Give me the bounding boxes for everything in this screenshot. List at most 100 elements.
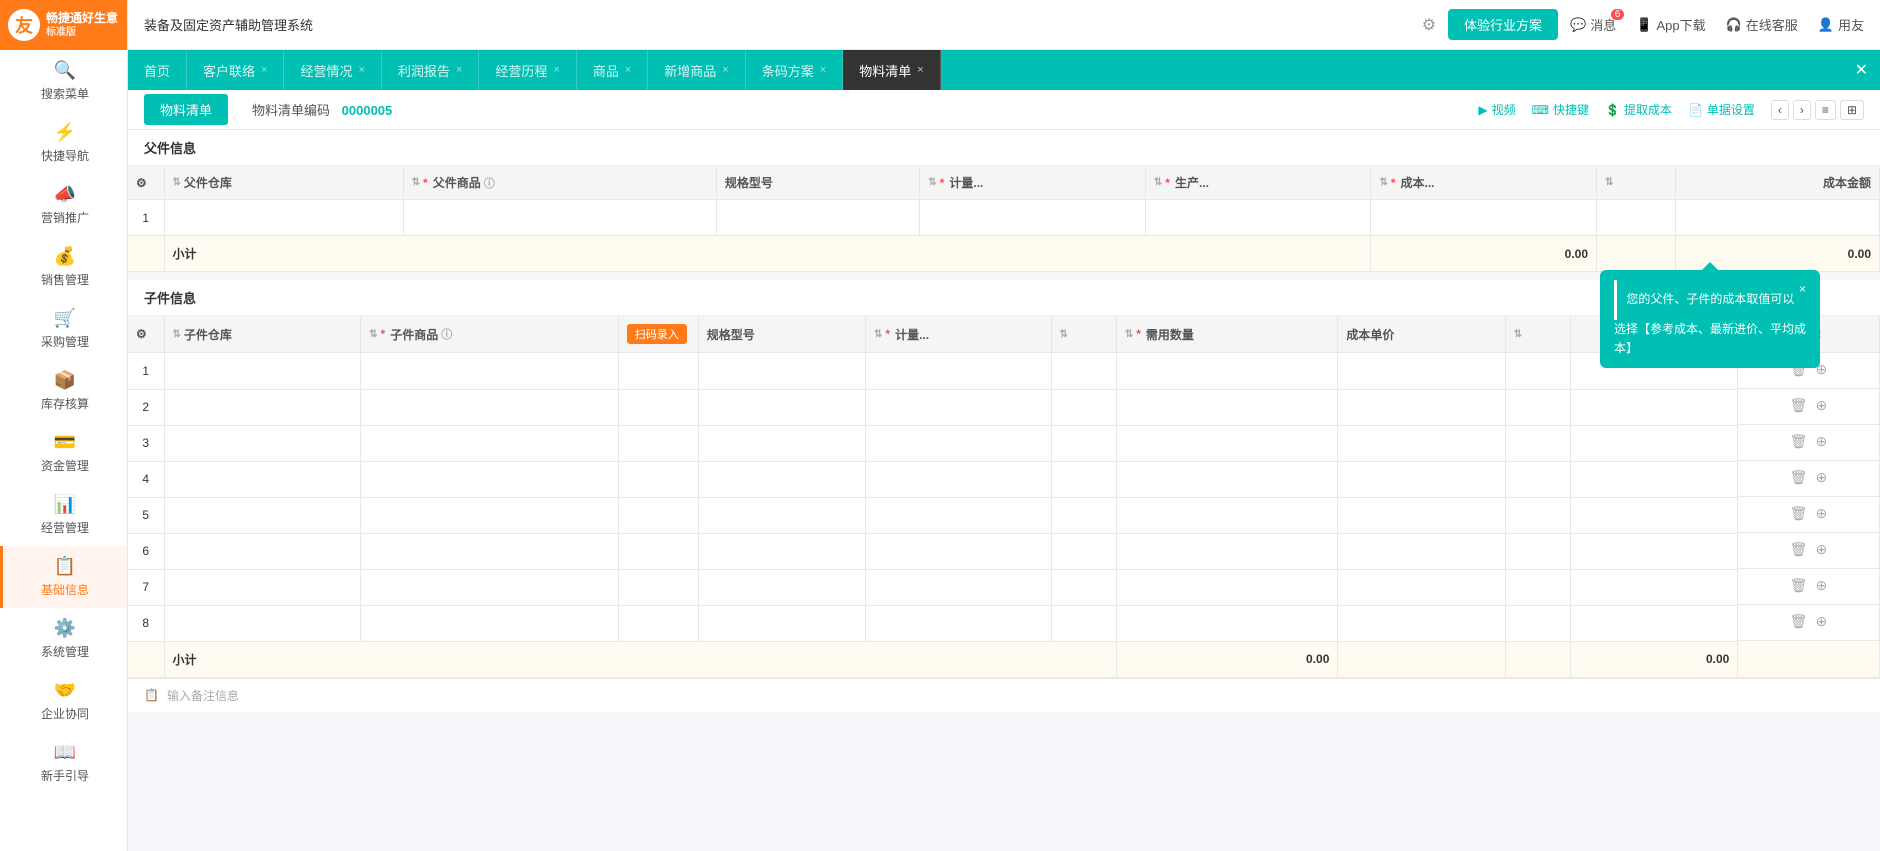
child-cell-unitcost[interactable] <box>1338 497 1505 533</box>
nav-tab-客户联络[interactable]: 客户联络 × <box>187 50 284 90</box>
copy-icon[interactable]: ⊕ <box>1815 577 1827 596</box>
child-cell-unit[interactable] <box>866 569 1052 605</box>
child-cell-spec[interactable] <box>698 425 865 461</box>
nav-tab-首页[interactable]: 首页 <box>128 50 187 90</box>
nav-tab-close-icon[interactable]: × <box>553 64 559 76</box>
copy-icon[interactable]: ⊕ <box>1815 613 1827 632</box>
doc-settings-action[interactable]: 📄 单据设置 <box>1688 101 1755 118</box>
sidebar-item-快捷导航[interactable]: ⚡快捷导航 <box>0 112 127 174</box>
nav-prev-button[interactable]: ‹ <box>1771 100 1789 120</box>
nav-tab-条码方案[interactable]: 条码方案 × <box>746 50 843 90</box>
nav-tabs-close-icon[interactable]: ✕ <box>1843 60 1880 80</box>
nav-tab-利润报告[interactable]: 利润报告 × <box>382 50 479 90</box>
child-cell-unit[interactable] <box>866 461 1052 497</box>
sidebar-item-资金管理[interactable]: 💳资金管理 <box>0 422 127 484</box>
child-cell-unit[interactable] <box>866 605 1052 641</box>
child-cell-spec[interactable] <box>698 569 865 605</box>
parent-col-settings[interactable]: ⚙ <box>128 166 164 200</box>
child-cell-qty[interactable] <box>1116 497 1338 533</box>
child-cell-spec[interactable] <box>698 533 865 569</box>
sub-tab-bom[interactable]: 物料清单 <box>144 94 228 125</box>
settings-icon[interactable]: ⚙ <box>1422 15 1436 35</box>
delete-icon[interactable]: 🗑 <box>1790 469 1808 488</box>
sidebar-item-经营管理[interactable]: 📊经营管理 <box>0 484 127 546</box>
child-cell-unit[interactable] <box>866 353 1052 390</box>
copy-icon[interactable]: ⊕ <box>1815 505 1827 524</box>
sidebar-item-系统管理[interactable]: ⚙️系统管理 <box>0 608 127 670</box>
child-cell-warehouse[interactable] <box>164 605 361 641</box>
child-cell-spec[interactable] <box>698 497 865 533</box>
child-cell-spec[interactable] <box>698 605 865 641</box>
child-cell-product[interactable] <box>361 425 619 461</box>
parent-cell-cost-1[interactable] <box>1371 200 1597 236</box>
child-cell-qty[interactable] <box>1116 533 1338 569</box>
child-cell-qty[interactable] <box>1116 425 1338 461</box>
parent-cell-product-1[interactable] <box>403 200 716 236</box>
child-cell-warehouse[interactable] <box>164 569 361 605</box>
parent-cell-produce-1[interactable] <box>1145 200 1371 236</box>
child-cell-qty[interactable] <box>1116 389 1338 425</box>
online-service-button[interactable]: 🎧 在线客服 <box>1726 15 1798 34</box>
copy-icon[interactable]: ⊕ <box>1815 433 1827 452</box>
delete-icon[interactable]: 🗑 <box>1790 613 1808 632</box>
sidebar-item-企业协同[interactable]: 🤝企业协同 <box>0 670 127 732</box>
child-cell-warehouse[interactable] <box>164 425 361 461</box>
child-cell-product[interactable] <box>361 389 619 425</box>
delete-icon[interactable]: 🗑 <box>1790 541 1808 560</box>
nav-tab-close-icon[interactable]: × <box>625 64 631 76</box>
child-cell-warehouse[interactable] <box>164 497 361 533</box>
child-cell-spec[interactable] <box>698 353 865 390</box>
child-cell-unit[interactable] <box>866 389 1052 425</box>
child-cell-spec[interactable] <box>698 461 865 497</box>
nav-tab-close-icon[interactable]: × <box>456 64 462 76</box>
child-cell-product[interactable] <box>361 353 619 390</box>
child-cell-qty[interactable] <box>1116 569 1338 605</box>
nav-grid-button[interactable]: ⊞ <box>1840 100 1864 120</box>
parent-cell-unit-1[interactable] <box>920 200 1146 236</box>
delete-icon[interactable]: 🗑 <box>1790 577 1808 596</box>
child-cell-unitcost[interactable] <box>1338 389 1505 425</box>
nav-tab-新增商品[interactable]: 新增商品 × <box>648 50 745 90</box>
child-cell-warehouse[interactable] <box>164 353 361 390</box>
trial-button[interactable]: 体验行业方案 <box>1448 9 1558 40</box>
nav-tab-close-icon[interactable]: × <box>917 64 923 76</box>
child-cell-unitcost[interactable] <box>1338 569 1505 605</box>
app-download-button[interactable]: 📱 App下载 <box>1636 15 1705 34</box>
sidebar-item-库存核算[interactable]: 📦库存核算 <box>0 360 127 422</box>
child-cell-product[interactable] <box>361 497 619 533</box>
sidebar-item-搜索菜单[interactable]: 🔍搜索菜单 <box>0 50 127 112</box>
sidebar-item-采购管理[interactable]: 🛒采购管理 <box>0 298 127 360</box>
messages-button[interactable]: 💬 消息 6 <box>1570 15 1616 34</box>
nav-tab-商品[interactable]: 商品 × <box>577 50 648 90</box>
nav-next-button[interactable]: › <box>1793 100 1811 120</box>
sidebar-item-基础信息[interactable]: 📋基础信息 <box>0 546 127 608</box>
child-cell-unitcost[interactable] <box>1338 461 1505 497</box>
delete-icon[interactable]: 🗑 <box>1790 505 1808 524</box>
nav-tab-close-icon[interactable]: × <box>722 64 728 76</box>
scan-button[interactable]: 扫码录入 <box>627 324 687 344</box>
nav-tab-物料清单[interactable]: 物料清单 × <box>843 50 940 90</box>
sidebar-item-新手引导[interactable]: 📖新手引导 <box>0 732 127 794</box>
delete-icon[interactable]: 🗑 <box>1790 397 1808 416</box>
child-cell-unitcost[interactable] <box>1338 605 1505 641</box>
child-cell-product[interactable] <box>361 569 619 605</box>
nav-tab-close-icon[interactable]: × <box>358 64 364 76</box>
note-hint[interactable]: 输入备注信息 <box>167 687 239 704</box>
child-cell-warehouse[interactable] <box>164 461 361 497</box>
child-cell-qty[interactable] <box>1116 353 1338 390</box>
child-cell-product[interactable] <box>361 461 619 497</box>
nav-tab-经营情况[interactable]: 经营情况 × <box>284 50 381 90</box>
parent-cell-warehouse-1[interactable] <box>164 200 403 236</box>
user-avatar[interactable]: 👤 用友 <box>1818 15 1864 34</box>
child-cell-product[interactable] <box>361 533 619 569</box>
extract-cost-action[interactable]: 💲 提取成本 <box>1605 101 1672 118</box>
video-action[interactable]: ▶ 视频 <box>1478 101 1515 118</box>
child-cell-product[interactable] <box>361 605 619 641</box>
child-col-settings[interactable]: ⚙ <box>128 316 164 353</box>
child-cell-unit[interactable] <box>866 425 1052 461</box>
child-cell-unit[interactable] <box>866 533 1052 569</box>
nav-menu-button[interactable]: ≡ <box>1815 100 1836 120</box>
child-cell-warehouse[interactable] <box>164 389 361 425</box>
delete-icon[interactable]: 🗑 <box>1790 433 1808 452</box>
child-cell-qty[interactable] <box>1116 461 1338 497</box>
